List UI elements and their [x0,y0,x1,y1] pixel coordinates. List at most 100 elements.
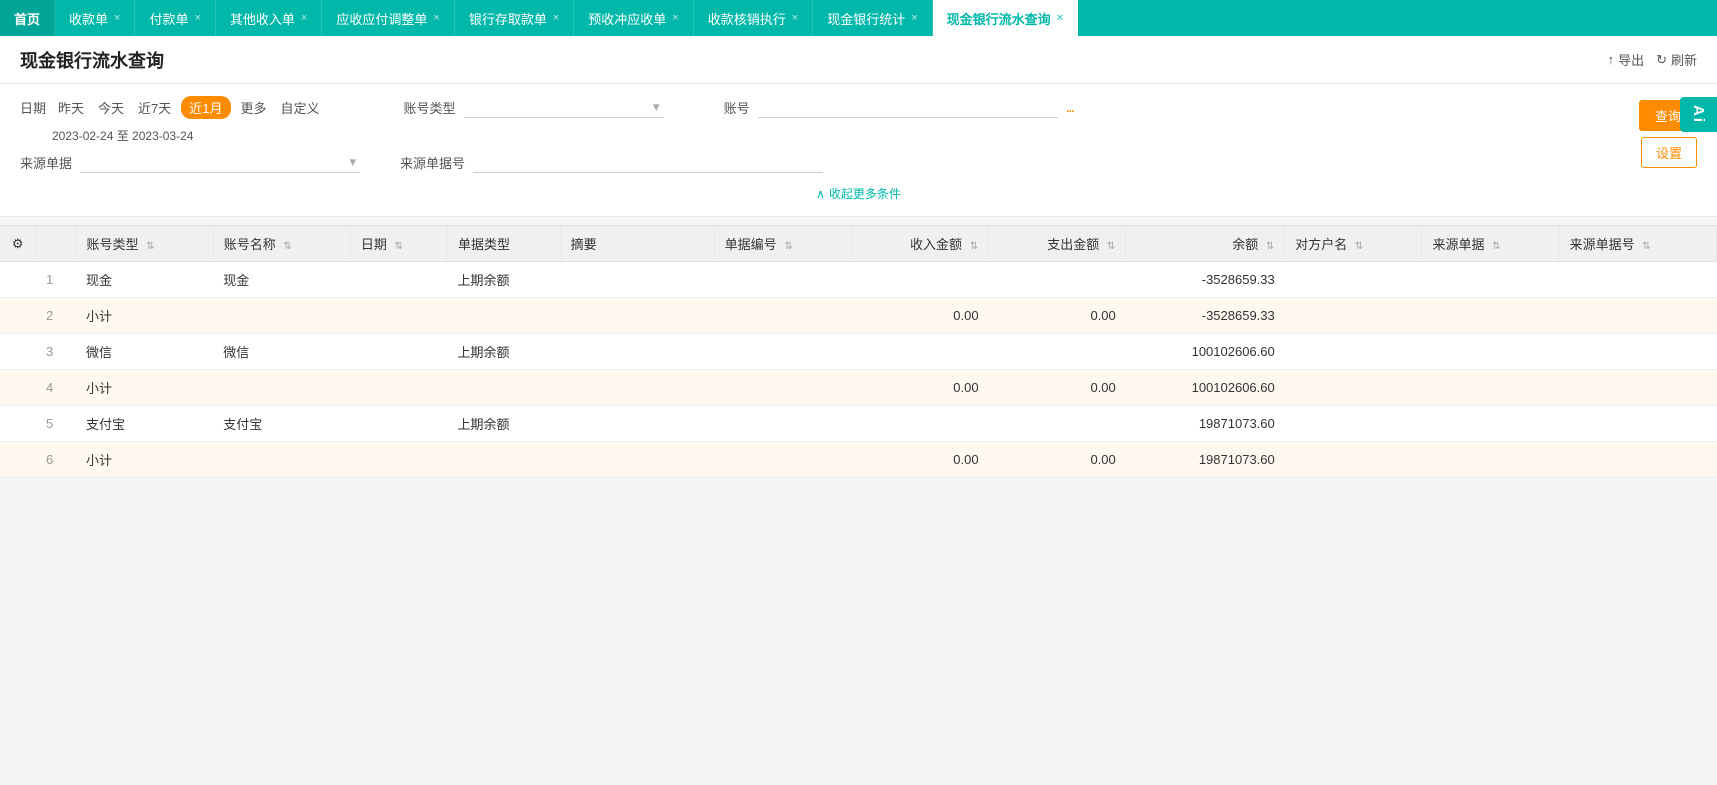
nav-item-prepay-offset[interactable]: 预收冲应收单 × [574,0,693,36]
col-income[interactable]: 收入金额 ⇅ [851,226,988,262]
cell-source-doc [1422,262,1559,298]
account-no-input[interactable] [758,98,1058,118]
cell-expense [989,262,1126,298]
cell-account-name [213,298,350,334]
export-button[interactable]: ↑ 导出 [1608,50,1645,69]
col-source-doc-no[interactable]: 来源单据号 ⇅ [1559,226,1716,262]
date-today[interactable]: 今天 [94,96,128,119]
setting-button[interactable]: 设置 [1641,137,1697,168]
account-name-sort-icon: ⇅ [283,241,291,252]
expense-sort-icon: ⇅ [1107,241,1115,252]
col-account-type[interactable]: 账号类型 ⇅ [76,226,213,262]
cell-income: 0.00 [851,298,988,334]
date-yesterday[interactable]: 昨天 [54,96,88,119]
cell-source-doc-no [1559,442,1716,478]
nav-receipt-close[interactable]: × [114,12,120,24]
cell-date [350,262,447,298]
nav-ar-ap-close[interactable]: × [433,12,439,24]
account-type-select[interactable]: ▾ [464,97,664,118]
cell-account-name [213,370,350,406]
cell-income: 0.00 [851,442,988,478]
chevron-down-icon: ▾ [653,99,660,115]
col-doc-no[interactable]: 单据编号 ⇅ [714,226,851,262]
cell-summary [560,262,714,298]
col-date[interactable]: 日期 ⇅ [350,226,447,262]
nav-receipt-verify-label: 收款核销执行 [708,9,786,28]
account-no-ellipsis[interactable]: ... [1066,99,1073,117]
source-doc-select[interactable]: ▾ [80,152,360,173]
table-body: 1现金现金上期余额-3528659.332小计0.000.00-3528659.… [0,262,1717,478]
cell-balance: 100102606.60 [1126,334,1285,370]
nav-item-bank-deposit[interactable]: 银行存取款单 × [455,0,574,36]
nav-item-other-income[interactable]: 其他收入单 × [216,0,322,36]
nav-prepay-offset-close[interactable]: × [672,12,678,24]
table-header-row: ⚙ 账号类型 ⇅ 账号名称 ⇅ 日期 ⇅ 单据类型 [0,226,1717,262]
col-doc-type: 单据类型 [448,226,561,262]
table-row[interactable]: 3微信微信上期余额100102606.60 [0,334,1717,370]
nav-cash-bank-flow-close[interactable]: × [1057,12,1063,24]
balance-sort-icon: ⇅ [1266,241,1274,252]
nav-item-receipt[interactable]: 收款单 × [55,0,135,36]
gear-icon[interactable]: ⚙ [12,236,24,251]
col-source-doc[interactable]: 来源单据 ⇅ [1422,226,1559,262]
nav-item-payment[interactable]: 付款单 × [135,0,215,36]
cell-summary [560,370,714,406]
account-type-label: 账号类型 [404,98,456,117]
nav-item-cash-bank-stat[interactable]: 现金银行统计 × [813,0,932,36]
ai-badge[interactable]: Ai [1680,97,1717,132]
col-gear[interactable]: ⚙ [0,226,36,262]
cell-doc-no [714,298,851,334]
col-num [36,226,76,262]
nav-item-ar-ap-adjust[interactable]: 应收应付调整单 × [322,0,454,36]
date-more[interactable]: 更多 [237,96,271,119]
collapse-icon: ∧ [816,187,825,201]
cell-source-doc [1422,370,1559,406]
source-doc-label: 来源单据 [20,153,72,172]
cell-income [851,406,988,442]
nav-cash-bank-flow-label: 现金银行流水查询 [947,9,1051,28]
table-row[interactable]: 6小计0.000.0019871073.60 [0,442,1717,478]
table-row[interactable]: 4小计0.000.00100102606.60 [0,370,1717,406]
cell-gear [0,334,36,370]
cell-source-doc-no [1559,334,1716,370]
cell-source-doc-no [1559,406,1716,442]
collapse-bar[interactable]: ∧ 收起更多条件 [20,181,1697,208]
account-type-sort-icon: ⇅ [146,241,154,252]
cell-source-doc [1422,442,1559,478]
date-shortcuts: 昨天 今天 近7天 近1月 更多 自定义 [54,96,324,119]
export-icon: ↑ [1608,52,1615,67]
nav-other-income-close[interactable]: × [301,12,307,24]
nav-other-income-label: 其他收入单 [230,9,295,28]
table-row[interactable]: 5支付宝支付宝上期余额19871073.60 [0,406,1717,442]
cell-expense: 0.00 [989,370,1126,406]
date-1month[interactable]: 近1月 [181,96,230,119]
cell-num: 4 [36,370,76,406]
nav-item-home[interactable]: 首页 [0,0,55,36]
account-type-filter-group: 账号类型 ▾ [404,97,664,118]
nav-payment-label: 付款单 [149,9,188,28]
income-sort-icon: ⇅ [970,241,978,252]
cell-doc-type: 上期余额 [448,406,561,442]
nav-payment-close[interactable]: × [194,12,200,24]
nav-bank-deposit-close[interactable]: × [553,12,559,24]
refresh-button[interactable]: ↻ 刷新 [1656,50,1697,69]
date-custom[interactable]: 自定义 [277,96,324,119]
table-row[interactable]: 1现金现金上期余额-3528659.33 [0,262,1717,298]
nav-receipt-verify-close[interactable]: × [792,12,798,24]
date-7days[interactable]: 近7天 [134,96,175,119]
cell-doc-no [714,370,851,406]
table-row[interactable]: 2小计0.000.00-3528659.33 [0,298,1717,334]
nav-bank-deposit-label: 银行存取款单 [469,9,547,28]
col-expense[interactable]: 支出金额 ⇅ [989,226,1126,262]
col-account-name[interactable]: 账号名称 ⇅ [213,226,350,262]
top-navigation: 首页 收款单 × 付款单 × 其他收入单 × 应收应付调整单 × 银行存取款单 … [0,0,1717,36]
col-counterpart[interactable]: 对方户名 ⇅ [1285,226,1422,262]
cell-doc-no [714,406,851,442]
cell-income: 0.00 [851,370,988,406]
nav-cash-bank-stat-close[interactable]: × [911,12,917,24]
nav-item-cash-bank-flow[interactable]: 现金银行流水查询 × [933,0,1078,36]
source-doc-no-input[interactable] [473,153,823,173]
nav-item-receipt-verify[interactable]: 收款核销执行 × [694,0,813,36]
counterpart-sort-icon: ⇅ [1355,241,1363,252]
col-balance[interactable]: 余额 ⇅ [1126,226,1285,262]
